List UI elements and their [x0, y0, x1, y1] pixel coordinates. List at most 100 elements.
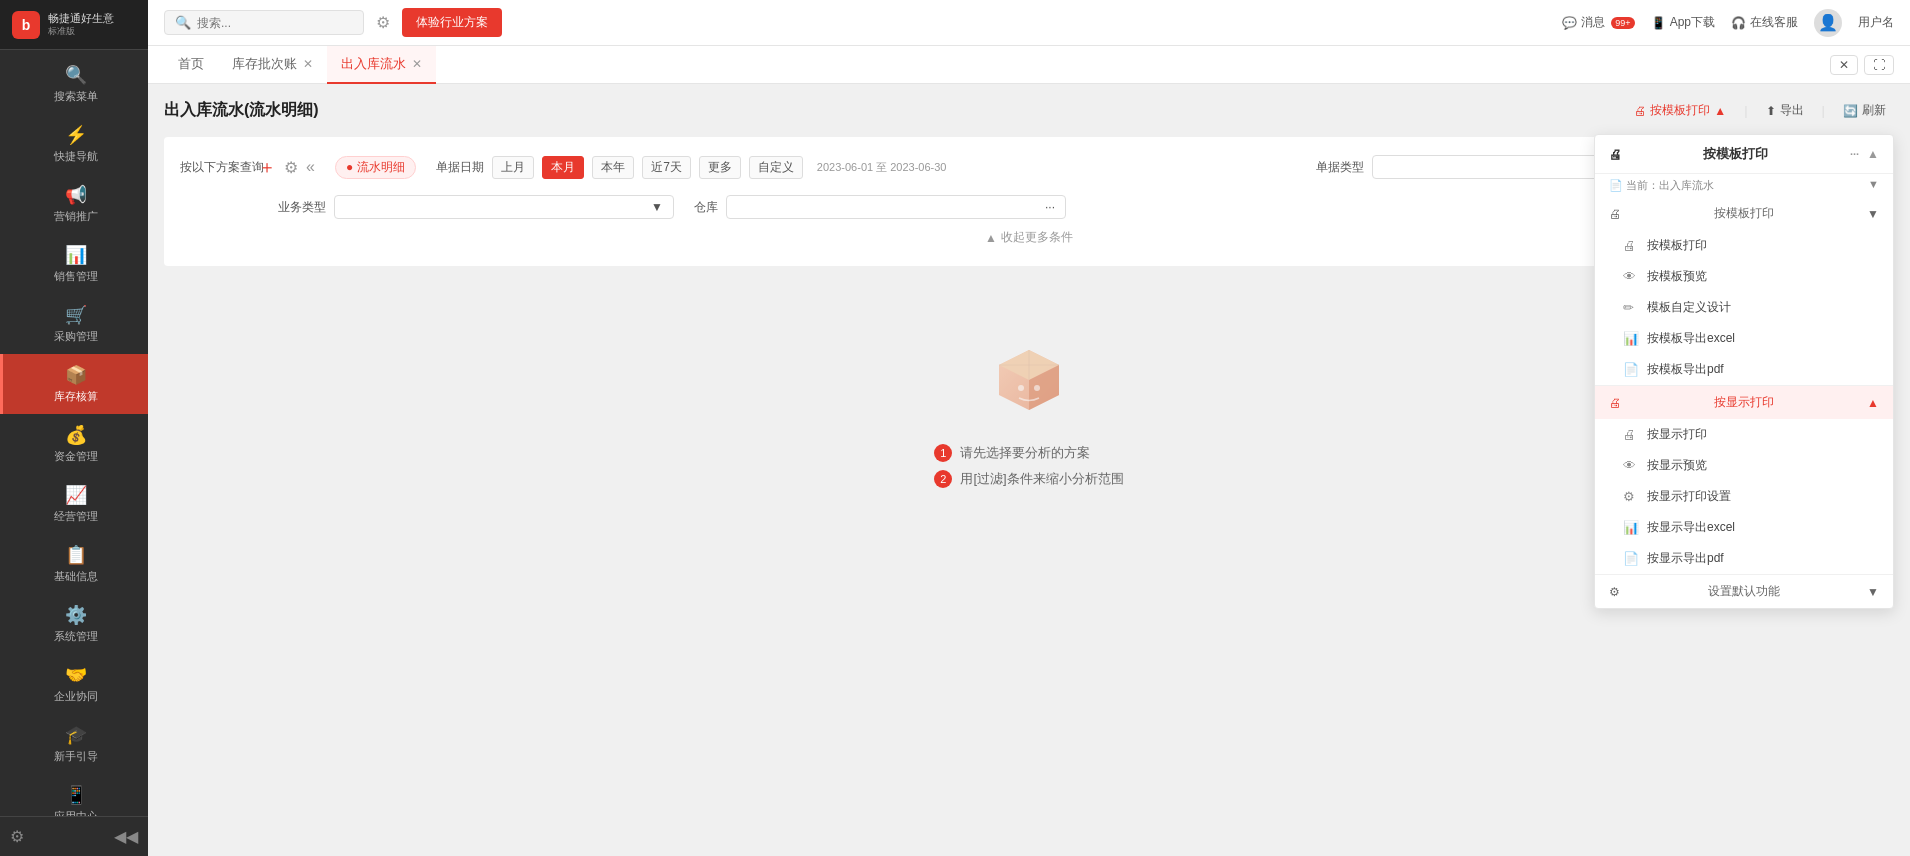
7days-btn[interactable]: 近7天 [642, 156, 691, 179]
tab-batch[interactable]: 库存批次账 ✕ [218, 46, 327, 84]
app-download-label: App下载 [1670, 14, 1715, 31]
sidebar-item-label: 营销推广 [54, 209, 98, 224]
business-type-label: 业务类型 [278, 199, 326, 216]
page-title-row: 出入库流水(流水明细) 🖨 按模板打印 ▲ | ⬆ 导出 | 🔄 刷新 [164, 98, 1894, 123]
sidebar-item-finance[interactable]: 💰 资金管理 [0, 414, 148, 474]
filter-add-button[interactable]: ＋ [258, 155, 276, 179]
tab-batch-label: 库存批次账 [232, 55, 297, 73]
user-avatar[interactable]: 👤 [1814, 9, 1842, 37]
search-input[interactable] [197, 16, 337, 30]
sidebar-item-label: 库存核算 [54, 389, 98, 404]
step-1-label: 请先选择要分析的方案 [960, 440, 1090, 466]
template-excel-item[interactable]: 📊 按模板导出excel [1595, 323, 1893, 354]
template-pdf-item[interactable]: 📄 按模板导出pdf [1595, 354, 1893, 385]
trial-button[interactable]: 体验行业方案 [402, 8, 502, 37]
current-template-label: 📄 当前：出入库流水 ▼ [1595, 174, 1893, 197]
step-1: 1 请先选择要分析的方案 [934, 440, 1123, 466]
display-preview-item[interactable]: 👁 按显示预览 [1595, 450, 1893, 481]
filter-collapse-icon[interactable]: « [306, 158, 315, 176]
cur-month-btn[interactable]: 本月 [542, 156, 584, 179]
tab-batch-close[interactable]: ✕ [303, 57, 313, 71]
sidebar: b 畅捷通好生意 标准版 🔍 搜索菜单 ⚡ 快捷导航 📢 营销推广 📊 销售管理… [0, 0, 148, 856]
tabs-bar: 首页 库存批次账 ✕ 出入库流水 ✕ ✕ ⛶ [148, 46, 1910, 84]
tab-inout-label: 出入库流水 [341, 55, 406, 73]
date-label: 单据日期 [436, 159, 484, 176]
filter-settings-icon[interactable]: ⚙ [284, 158, 298, 177]
preview-icon: 👁 [1623, 458, 1639, 473]
pdf-icon: 📄 [1623, 551, 1639, 566]
tabs-bar-right: ✕ ⛶ [1830, 55, 1894, 75]
customer-service-button[interactable]: 🎧 在线客服 [1731, 14, 1798, 31]
sidebar-collapse-icon[interactable]: ◀◀ [114, 827, 138, 846]
tab-home[interactable]: 首页 [164, 46, 218, 84]
template-print-item[interactable]: 🖨 按模板打印 [1595, 230, 1893, 261]
template-icon: 📄 [1609, 179, 1623, 191]
header-gear-icon[interactable]: ⚙ [376, 13, 390, 32]
sidebar-item-inventory[interactable]: 📦 库存核算 [0, 354, 148, 414]
tab-inout-close[interactable]: ✕ [412, 57, 422, 71]
sidebar-item-newbie[interactable]: 🎓 新手引导 [0, 714, 148, 774]
cur-year-btn[interactable]: 本年 [592, 156, 634, 179]
design-icon: ✏ [1623, 300, 1639, 315]
appstore-icon: 📱 [65, 784, 87, 806]
display-print-section-header[interactable]: 🖨 按显示打印 ▲ [1595, 386, 1893, 419]
prev-month-btn[interactable]: 上月 [492, 156, 534, 179]
sidebar-bottom: ⚙ ◀◀ [0, 816, 148, 856]
download-icon: 📱 [1651, 16, 1666, 30]
dropdown-footer[interactable]: ⚙ 设置默认功能 ▼ [1595, 575, 1893, 608]
sidebar-item-shortcut[interactable]: ⚡ 快捷导航 [0, 114, 148, 174]
settings-icon: ⚙ [1609, 585, 1620, 599]
app-download-button[interactable]: 📱 App下载 [1651, 14, 1715, 31]
display-settings-item[interactable]: ⚙ 按显示打印设置 [1595, 481, 1893, 512]
template-print-section-header[interactable]: 🖨 按模板打印 ▼ [1595, 197, 1893, 230]
tab-inout[interactable]: 出入库流水 ✕ [327, 46, 436, 84]
display-print-item[interactable]: 🖨 按显示打印 [1595, 419, 1893, 450]
more-btn[interactable]: 更多 [699, 156, 741, 179]
sidebar-item-label: 资金管理 [54, 449, 98, 464]
maximize-button[interactable]: ⛶ [1864, 55, 1894, 75]
date-range-display: 2023-06-01 至 2023-06-30 [817, 160, 947, 175]
main-area: 🔍 ⚙ 体验行业方案 💬 消息 99+ 📱 App下载 🎧 在线客服 👤 用户 [148, 0, 1910, 856]
username-label: 用户名 [1858, 14, 1894, 31]
settings-icon: ⚙ [1623, 489, 1639, 504]
print-template-button[interactable]: 🖨 按模板打印 ▲ [1626, 98, 1734, 123]
export-button[interactable]: ⬆ 导出 [1758, 98, 1812, 123]
sidebar-item-operations[interactable]: 📈 经营管理 [0, 474, 148, 534]
print-icon: 🖨 [1609, 147, 1622, 162]
sidebar-item-system[interactable]: ⚙️ 系统管理 [0, 594, 148, 654]
app-edition: 标准版 [48, 25, 114, 38]
chevron-down-icon: ▼ [1867, 585, 1879, 599]
warehouse-select[interactable]: ··· [726, 195, 1066, 219]
export-label: 导出 [1780, 102, 1804, 119]
sidebar-item-label: 采购管理 [54, 329, 98, 344]
header-right: 💬 消息 99+ 📱 App下载 🎧 在线客服 👤 用户名 [1562, 9, 1894, 37]
custom-btn[interactable]: 自定义 [749, 156, 803, 179]
sidebar-item-sales[interactable]: 📊 销售管理 [0, 234, 148, 294]
more-icon: ··· [1045, 200, 1055, 214]
sidebar-item-basic[interactable]: 📋 基础信息 [0, 534, 148, 594]
bottom-settings-icon[interactable]: ⚙ [10, 827, 24, 846]
template-custom-item[interactable]: ✏ 模板自定义设计 [1595, 292, 1893, 323]
page-content: 出入库流水(流水明细) 🖨 按模板打印 ▲ | ⬆ 导出 | 🔄 刷新 [148, 84, 1910, 856]
sidebar-item-purchase[interactable]: 🛒 采购管理 [0, 294, 148, 354]
bill-type-label: 单据类型 [1316, 159, 1364, 176]
sidebar-item-appstore[interactable]: 📱 应用中心 [0, 774, 148, 816]
chevron-up-icon: ▲ [985, 231, 997, 245]
header-search[interactable]: 🔍 [164, 10, 364, 35]
display-pdf-item[interactable]: 📄 按显示导出pdf [1595, 543, 1893, 574]
close-all-tabs-button[interactable]: ✕ [1830, 55, 1858, 75]
sidebar-item-search[interactable]: 🔍 搜索菜单 [0, 54, 148, 114]
chevron-up-icon[interactable]: ▲ [1867, 147, 1879, 161]
purchase-icon: 🛒 [65, 304, 87, 326]
sidebar-item-marketing[interactable]: 📢 营销推广 [0, 174, 148, 234]
enterprise-icon: 🤝 [65, 664, 87, 686]
sidebar-item-enterprise[interactable]: 🤝 企业协同 [0, 654, 148, 714]
chevron-icon: ▼ [1867, 207, 1879, 221]
template-preview-item[interactable]: 👁 按模板预览 [1595, 261, 1893, 292]
display-excel-item[interactable]: 📊 按显示导出excel [1595, 512, 1893, 543]
system-icon: ⚙️ [65, 604, 87, 626]
print-label: 按模板打印 [1650, 102, 1710, 119]
message-button[interactable]: 💬 消息 99+ [1562, 14, 1634, 31]
business-type-select[interactable]: ▼ [334, 195, 674, 219]
refresh-button[interactable]: 🔄 刷新 [1835, 98, 1894, 123]
